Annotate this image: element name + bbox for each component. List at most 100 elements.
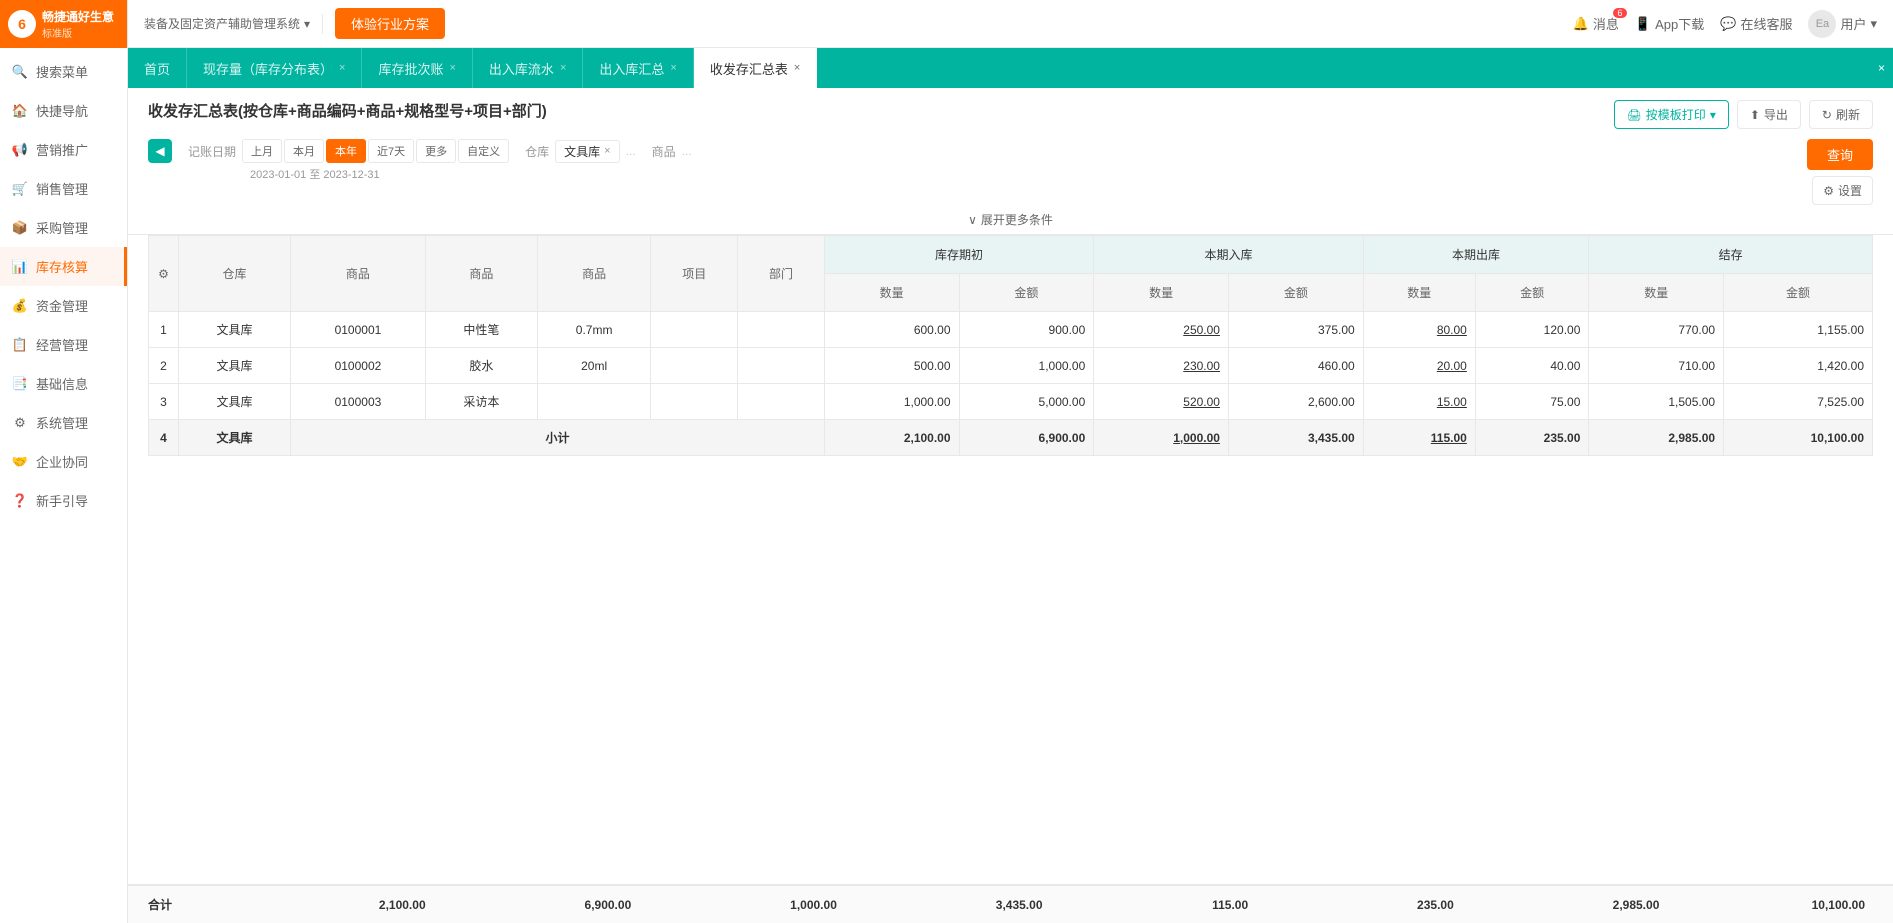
sidebar-item-finance[interactable]: 💰资金管理 (0, 286, 127, 325)
tab-label: 收发存汇总表 (710, 59, 788, 78)
col-out-amt: 金额 (1475, 274, 1589, 312)
chevron-down-icon: ▾ (304, 17, 310, 31)
col-opening-amt: 金额 (959, 274, 1094, 312)
table-row: 1 文具库 0100001 中性笔 0.7mm 600.00 900.00 25… (149, 312, 1873, 348)
date-shortcut-近7天[interactable]: 近7天 (368, 139, 414, 163)
main-area: 装备及固定资产辅助管理系统 ▾ 体验行业方案 🔔 6 消息 📱 App下载 💬 … (128, 0, 1893, 923)
sidebar-item-inventory-mgmt[interactable]: 📊库存核算 (0, 247, 127, 286)
sidebar-item-sales[interactable]: 🛒销售管理 (0, 169, 127, 208)
warehouse-tag-close[interactable]: × (604, 145, 610, 157)
tab-home[interactable]: 首页 (128, 48, 187, 88)
sidebar-item-system[interactable]: ⚙系统管理 (0, 403, 127, 442)
guide-icon: ❓ (12, 493, 28, 509)
tab-close-inout_summary[interactable]: × (670, 62, 676, 74)
sidebar-item-label: 企业协同 (36, 452, 88, 471)
tab-inout_flow[interactable]: 出入库流水× (473, 48, 583, 88)
filter-collapse-btn[interactable]: ◀ (148, 139, 172, 163)
sales-icon: 🛒 (12, 181, 28, 197)
chevron-down-icon: ∨ (968, 213, 977, 227)
goods-more-btn[interactable]: ... (682, 144, 692, 158)
row-project (651, 384, 738, 420)
row-out-amt: 75.00 (1475, 384, 1589, 420)
row-balance-amt: 1,155.00 (1724, 312, 1873, 348)
date-label: 记账日期 (188, 143, 236, 160)
row-out-amt: 40.00 (1475, 348, 1589, 384)
experience-button[interactable]: 体验行业方案 (335, 8, 445, 39)
date-shortcut-本年[interactable]: 本年 (326, 139, 366, 163)
notification-btn[interactable]: 🔔 6 消息 (1573, 14, 1619, 33)
col-warehouse: 仓库 (179, 236, 291, 312)
tab-close-inventory[interactable]: × (339, 62, 345, 74)
tab-close-batch[interactable]: × (449, 62, 455, 74)
filter-settings-btn[interactable]: ⚙ 设置 (1812, 176, 1873, 205)
settings-icon: ⚙ (1823, 184, 1834, 198)
app-download-btn[interactable]: 📱 App下载 (1635, 14, 1704, 33)
tab-recv_send[interactable]: 收发存汇总表 × (694, 48, 817, 88)
footer-in-qty: 1,000.00 (639, 898, 845, 912)
online-service-btn[interactable]: 💬 在线客服 (1720, 14, 1792, 33)
subtotal-in-qty: 1,000.00 (1094, 420, 1229, 456)
col-project: 项目 (651, 236, 738, 312)
row-goods-name: 中性笔 (425, 312, 537, 348)
business-icon: 📋 (12, 337, 28, 353)
tab-label: 现存量（库存分布表） (203, 59, 333, 78)
subtotal-opening-amt: 6,900.00 (959, 420, 1094, 456)
row-balance-amt: 1,420.00 (1724, 348, 1873, 384)
warehouse-more-btn[interactable]: ... (626, 144, 636, 158)
row-department (738, 312, 825, 348)
footer-out-amt: 235.00 (1256, 898, 1462, 912)
print-button[interactable]: 🖨 按模板打印 ▾ (1614, 100, 1729, 129)
tab-close-inout_flow[interactable]: × (560, 62, 566, 74)
col-in-amt: 金额 (1228, 274, 1363, 312)
table-subtotal-row: 4 文具库 小计 2,100.00 6,900.00 1,000.00 3,43… (149, 420, 1873, 456)
sidebar-item-purchase[interactable]: 📦采购管理 (0, 208, 127, 247)
row-out-qty: 20.00 (1363, 348, 1475, 384)
sidebar-item-search[interactable]: 🔍搜索菜单 (0, 52, 127, 91)
sidebar-item-label: 营销推广 (36, 140, 88, 159)
sidebar-item-quick-nav[interactable]: 🏠快捷导航 (0, 91, 127, 130)
user-menu[interactable]: Ea 用户 ▾ (1808, 10, 1877, 38)
group-header-out: 本期出库 (1363, 236, 1589, 274)
tab-close-recv_send[interactable]: × (794, 62, 800, 74)
col-goods-code: 商品 (291, 236, 426, 312)
query-button[interactable]: 查询 (1807, 139, 1873, 170)
row-no: 1 (149, 312, 179, 348)
date-shortcut-本月[interactable]: 本月 (284, 139, 324, 163)
tab-inventory[interactable]: 现存量（库存分布表） × (187, 48, 362, 88)
refresh-button[interactable]: ↻ 刷新 (1809, 100, 1873, 129)
system-icon: ⚙ (12, 415, 28, 431)
tab-label: 首页 (144, 59, 170, 78)
table-settings-header[interactable]: ⚙ (149, 236, 179, 312)
sidebar-item-marketing[interactable]: 📢营销推广 (0, 130, 127, 169)
page-title: 收发存汇总表(按仓库+商品编码+商品+规格型号+项目+部门) (148, 100, 547, 121)
avatar: Ea (1808, 10, 1836, 38)
footer-out-qty: 115.00 (1051, 898, 1257, 912)
warehouse-filter-tag[interactable]: 文具库 × (555, 140, 619, 163)
sidebar-nav: 🔍搜索菜单🏠快捷导航📢营销推广🛒销售管理📦采购管理📊库存核算💰资金管理📋经营管理… (0, 48, 127, 923)
tabs-close-all[interactable]: × (1870, 61, 1893, 75)
enterprise-icon: 🤝 (12, 454, 28, 470)
row-warehouse: 文具库 (179, 384, 291, 420)
export-icon: ⬆ (1750, 108, 1760, 122)
date-shortcut-上月[interactable]: 上月 (242, 139, 282, 163)
sidebar: 6 畅捷通好生意 标准版 🔍搜索菜单🏠快捷导航📢营销推广🛒销售管理📦采购管理📊库… (0, 0, 128, 923)
service-icon: 💬 (1720, 16, 1736, 32)
finance-icon: 💰 (12, 298, 28, 314)
download-icon: 📱 (1635, 16, 1651, 32)
expand-more-btn[interactable]: ∨ 展开更多条件 (968, 211, 1053, 228)
sidebar-item-business[interactable]: 📋经营管理 (0, 325, 127, 364)
warehouse-label: 仓库 (525, 143, 549, 160)
export-button[interactable]: ⬆ 导出 (1737, 100, 1801, 129)
sidebar-item-label: 新手引导 (36, 491, 88, 510)
date-shortcut-自定义[interactable]: 自定义 (458, 139, 509, 163)
table-footer: 合计 2,100.00 6,900.00 1,000.00 3,435.00 1… (128, 884, 1893, 923)
sidebar-item-base-info[interactable]: 📑基础信息 (0, 364, 127, 403)
tab-batch[interactable]: 库存批次账× (362, 48, 472, 88)
sidebar-item-guide[interactable]: ❓ 新手引导 (0, 481, 127, 520)
tab-inout_summary[interactable]: 出入库汇总× (583, 48, 693, 88)
date-shortcut-更多[interactable]: 更多 (416, 139, 456, 163)
system-selector[interactable]: 装备及固定资产辅助管理系统 ▾ (144, 15, 310, 32)
subtotal-balance-qty: 2,985.00 (1589, 420, 1724, 456)
sidebar-item-enterprise[interactable]: 🤝 企业协同 (0, 442, 127, 481)
print-icon: 🖨 (1627, 108, 1642, 122)
